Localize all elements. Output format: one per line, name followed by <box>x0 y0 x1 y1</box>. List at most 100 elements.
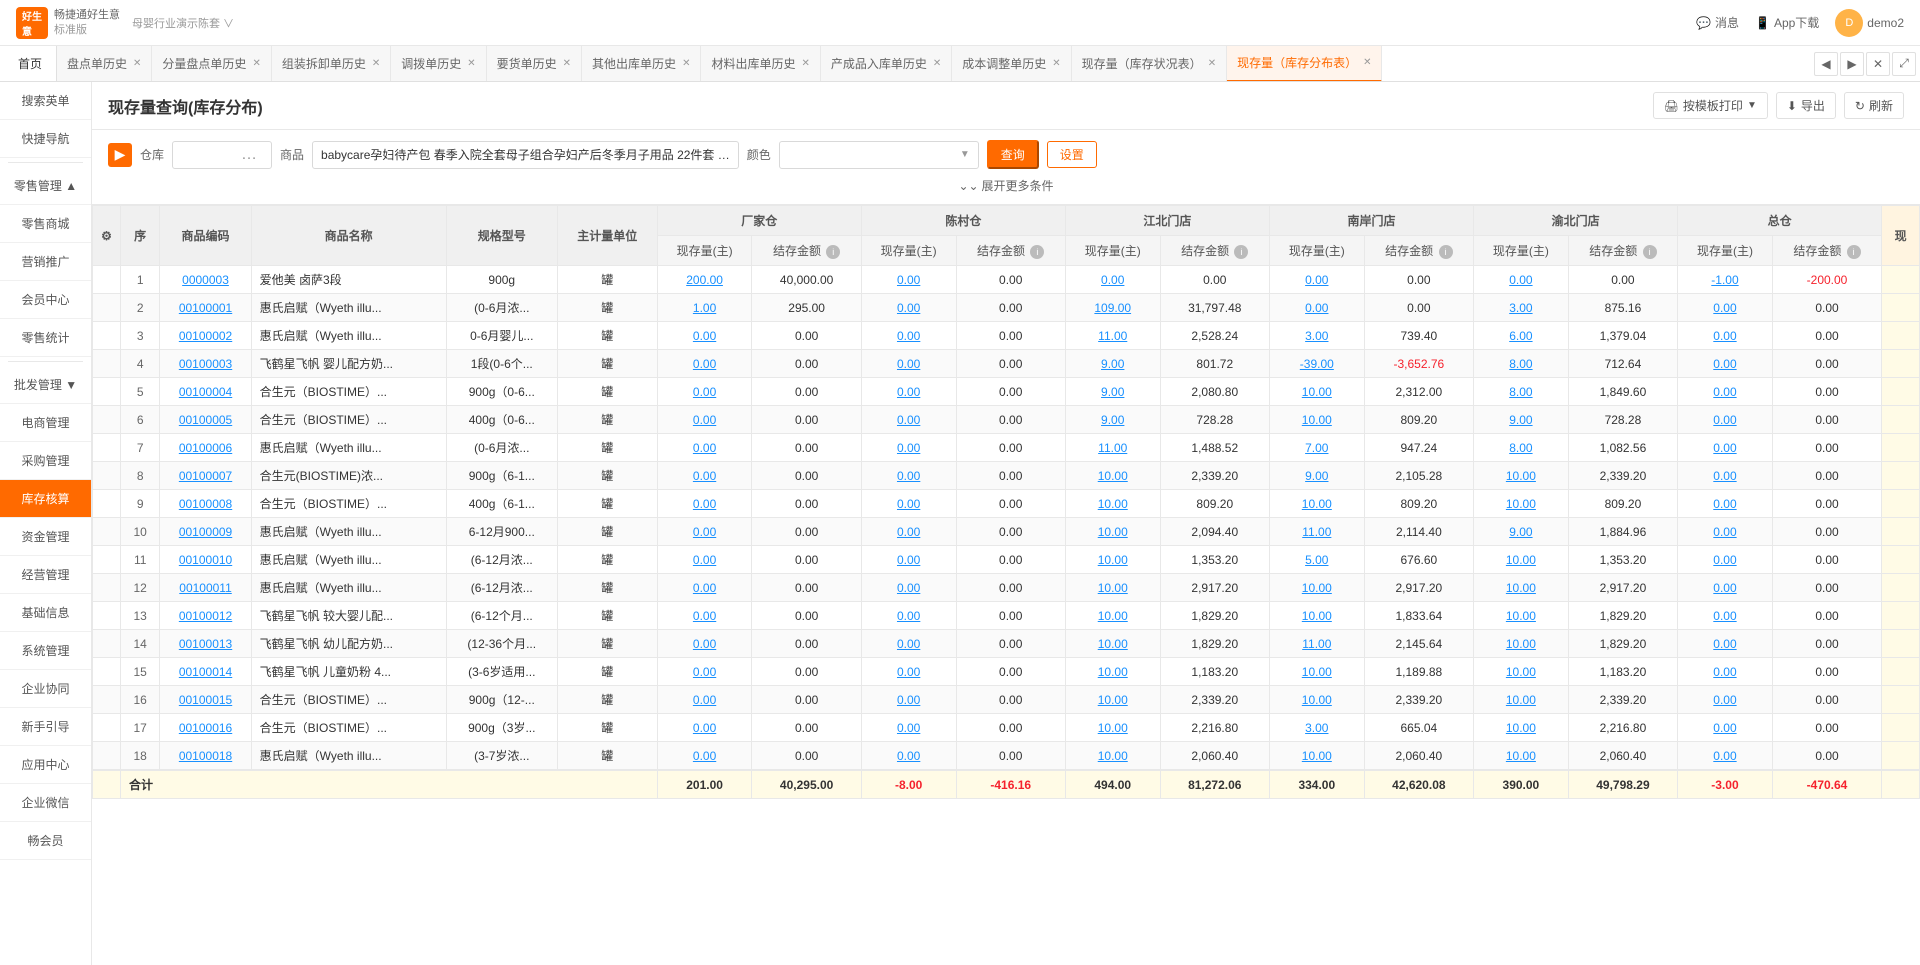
row-qty: 0.00 <box>657 378 752 406</box>
row-amt: 2,114.40 <box>1364 518 1473 546</box>
tab-fenpandian[interactable]: 分量盘点单历史 ✕ <box>152 46 271 82</box>
page-actions: 🖨 按模板打印 ▼ ⬇ 导出 ↻ 刷新 <box>1653 92 1904 119</box>
row-code: 00100012 <box>160 602 251 630</box>
row-total-qty: -1.00 <box>1678 266 1773 294</box>
row-spec: 6-12月900... <box>446 518 557 546</box>
sidebar-item-collab[interactable]: 企业协同 <box>0 670 91 708</box>
sidebar-item-retailshop[interactable]: 零售商城 <box>0 205 91 243</box>
sidebar-item-system[interactable]: 系统管理 <box>0 632 91 670</box>
row-code: 00100014 <box>160 658 251 686</box>
color-input[interactable]: ▼ <box>779 141 979 169</box>
info-icon[interactable]: i <box>1847 245 1861 259</box>
tab-nav-buttons: ◀ ▶ ✕ ⤢ <box>1814 52 1916 76</box>
sidebar-item-apps[interactable]: 应用中心 <box>0 746 91 784</box>
row-qty: 9.00 <box>1065 350 1160 378</box>
close-icon[interactable]: ✕ <box>1208 58 1216 69</box>
close-icon[interactable]: ✕ <box>372 58 380 69</box>
close-icon[interactable]: ✕ <box>467 58 475 69</box>
col-gear: ⚙ <box>93 206 121 266</box>
row-amt: 0.00 <box>956 266 1065 294</box>
gear-icon[interactable]: ⚙ <box>101 229 112 243</box>
tab-qitachu[interactable]: 其他出库单历史 ✕ <box>582 46 701 82</box>
tab-chancheng[interactable]: 产成品入库单历史 ✕ <box>821 46 952 82</box>
col-spec: 规格型号 <box>446 206 557 266</box>
sidebar-item-purchase[interactable]: 采购管理 <box>0 442 91 480</box>
row-total-amt: 0.00 <box>1772 742 1881 771</box>
sidebar-item-marketing[interactable]: 营销推广 <box>0 243 91 281</box>
row-no: 13 <box>121 602 160 630</box>
close-icon[interactable]: ✕ <box>682 58 690 69</box>
sidebar-item-changhui[interactable]: 畅会员 <box>0 822 91 860</box>
tab-cailiao[interactable]: 材料出库单历史 ✕ <box>701 46 820 82</box>
user-menu[interactable]: D demo2 <box>1835 9 1904 37</box>
tab-prev-btn[interactable]: ◀ <box>1814 52 1838 76</box>
tab-next-btn[interactable]: ▶ <box>1840 52 1864 76</box>
close-icon[interactable]: ✕ <box>563 58 571 69</box>
tab-close-btn[interactable]: ✕ <box>1866 52 1890 76</box>
row-total-qty: 0.00 <box>1678 630 1773 658</box>
row-amt: 1,833.64 <box>1364 602 1473 630</box>
export-btn[interactable]: ⬇ 导出 <box>1776 92 1836 119</box>
row-amt: 0.00 <box>956 490 1065 518</box>
tab-pandian[interactable]: 盘点单历史 ✕ <box>57 46 152 82</box>
sidebar-item-finance[interactable]: 资金管理 <box>0 518 91 556</box>
sidebar-item-operations[interactable]: 经营管理 <box>0 556 91 594</box>
sidebar-item-member[interactable]: 会员中心 <box>0 281 91 319</box>
row-qty: 10.00 <box>1065 630 1160 658</box>
sidebar-item-retail[interactable]: 零售管理 ▲ <box>0 167 91 205</box>
sidebar-item-wechat[interactable]: 企业微信 <box>0 784 91 822</box>
row-qty: 0.00 <box>657 350 752 378</box>
sidebar-item-guide[interactable]: 新手引导 <box>0 708 91 746</box>
info-icon[interactable]: i <box>1439 245 1453 259</box>
warehouse-input[interactable]: … <box>172 141 272 169</box>
sidebar-item-ecommerce[interactable]: 电商管理 <box>0 404 91 442</box>
close-icon[interactable]: ✕ <box>1363 57 1371 68</box>
row-name: 惠氏启赋（Wyeth illu... <box>251 742 446 771</box>
tab-home[interactable]: 首页 <box>4 46 57 82</box>
col-current: 现 <box>1882 206 1920 266</box>
sidebar-item-inventory[interactable]: 库存核算 <box>0 480 91 518</box>
settings-btn[interactable]: 设置 <box>1047 141 1097 168</box>
sidebar-item-basics[interactable]: 基础信息 <box>0 594 91 632</box>
row-code: 00100011 <box>160 574 251 602</box>
tab-xiancun-dist[interactable]: 现存量（库存分布表） ✕ <box>1227 46 1382 82</box>
query-btn[interactable]: 查询 <box>987 140 1039 169</box>
tab-yaohuo[interactable]: 要货单历史 ✕ <box>487 46 582 82</box>
row-total-qty: 0.00 <box>1678 322 1773 350</box>
warehouse-dots-icon[interactable]: … <box>241 146 257 164</box>
expand-conditions-btn[interactable]: ⌄⌄ 展开更多条件 <box>950 177 1061 194</box>
row-amt: 0.00 <box>956 742 1065 771</box>
close-icon[interactable]: ✕ <box>1052 58 1060 69</box>
tab-xiancun-status[interactable]: 现存量（库存状况表） ✕ <box>1072 46 1227 82</box>
close-icon[interactable]: ✕ <box>252 58 260 69</box>
sidebar-item-search[interactable]: 搜索英单 <box>0 82 91 120</box>
tab-diaobo[interactable]: 调拨单历史 ✕ <box>391 46 486 82</box>
sidebar-item-retailstats[interactable]: 零售统计 <box>0 319 91 357</box>
tab-zuzhezhaicheng[interactable]: 组装拆卸单历史 ✕ <box>272 46 391 82</box>
tab-maximize-btn[interactable]: ⤢ <box>1892 52 1916 76</box>
sidebar-item-wholesale[interactable]: 批发管理 ▼ <box>0 366 91 404</box>
app-download-btn[interactable]: 📱 App下载 <box>1755 14 1819 31</box>
messages-btn[interactable]: 💬 消息 <box>1696 14 1739 31</box>
info-icon[interactable]: i <box>826 245 840 259</box>
expand-row: ⌄⌄ 展开更多条件 <box>108 177 1904 194</box>
row-spec: (3-7岁浓... <box>446 742 557 771</box>
row-qty: 10.00 <box>1474 490 1569 518</box>
product-input[interactable]: babycare孕妇待产包 春季入院全套母子组合孕妇产后冬季月子用品 22件套 … <box>312 141 739 169</box>
close-icon[interactable]: ✕ <box>133 58 141 69</box>
row-amt: 0.00 <box>1568 266 1677 294</box>
info-icon[interactable]: i <box>1030 245 1044 259</box>
info-icon[interactable]: i <box>1234 245 1248 259</box>
filter-toggle-btn[interactable]: ▶ <box>108 143 132 167</box>
row-gear <box>93 434 121 462</box>
sidebar-item-nav[interactable]: 快捷导航 <box>0 120 91 158</box>
row-spec: 400g（0-6... <box>446 406 557 434</box>
info-icon[interactable]: i <box>1643 245 1657 259</box>
print-btn[interactable]: 🖨 按模板打印 ▼ <box>1653 92 1768 119</box>
refresh-btn[interactable]: ↻ 刷新 <box>1844 92 1904 119</box>
row-total-amt: 0.00 <box>1772 574 1881 602</box>
close-icon[interactable]: ✕ <box>801 58 809 69</box>
warehouse-input-field[interactable] <box>181 148 241 162</box>
close-icon[interactable]: ✕ <box>933 58 941 69</box>
tab-chenben[interactable]: 成本调整单历史 ✕ <box>952 46 1071 82</box>
